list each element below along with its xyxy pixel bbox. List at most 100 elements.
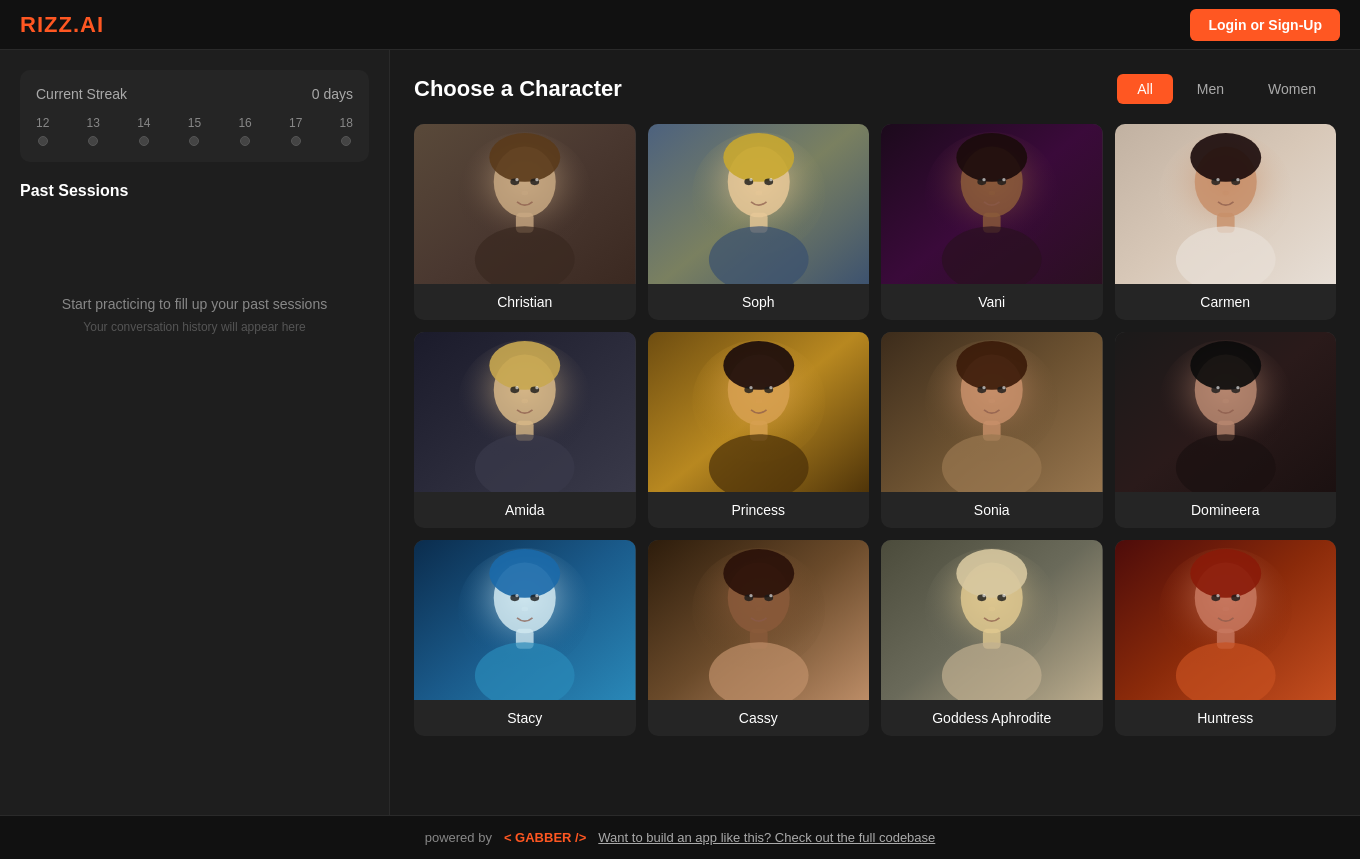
svg-point-107 <box>749 594 752 597</box>
character-image <box>1115 124 1337 284</box>
svg-point-87 <box>1222 399 1229 403</box>
character-card[interactable]: Domineera <box>1115 332 1337 528</box>
codebase-link[interactable]: Want to build an app like this? Check ou… <box>598 830 935 845</box>
svg-point-41 <box>1216 178 1219 181</box>
empty-sessions-main: Start practicing to fill up your past se… <box>62 296 327 312</box>
streak-section: Current Streak 0 days 12 13 14 15 16 17 … <box>20 70 369 162</box>
svg-point-32 <box>988 191 995 195</box>
streak-dot <box>88 136 98 146</box>
svg-point-120 <box>988 607 995 611</box>
empty-sessions-sub: Your conversation history will appear he… <box>83 320 305 334</box>
character-name: Vani <box>881 284 1103 320</box>
filter-tab-men[interactable]: Men <box>1177 74 1244 104</box>
streak-day: 15 <box>188 116 201 146</box>
svg-point-31 <box>1002 178 1005 181</box>
svg-point-21 <box>755 191 762 195</box>
svg-point-30 <box>982 178 985 181</box>
right-header: Choose a Character AllMenWomen <box>414 74 1336 104</box>
streak-day: 12 <box>36 116 49 146</box>
character-grid: Christian <box>414 124 1336 736</box>
svg-point-3 <box>489 133 560 182</box>
streak-label: Current Streak <box>36 86 127 102</box>
svg-point-129 <box>1216 594 1219 597</box>
character-card[interactable]: Cassy <box>648 540 870 736</box>
character-name: Christian <box>414 284 636 320</box>
character-card[interactable]: Stacy <box>414 540 636 736</box>
login-button[interactable]: Login or Sign-Up <box>1190 9 1340 41</box>
character-card[interactable]: Huntress <box>1115 540 1337 736</box>
character-name: Amida <box>414 492 636 528</box>
streak-dot <box>240 136 250 146</box>
character-image <box>881 540 1103 700</box>
svg-point-80 <box>1190 341 1261 390</box>
character-card[interactable]: Vani <box>881 124 1103 320</box>
choose-title: Choose a Character <box>414 76 622 102</box>
streak-day: 13 <box>87 116 100 146</box>
character-card[interactable]: Sonia <box>881 332 1103 528</box>
character-name: Huntress <box>1115 700 1337 736</box>
svg-point-10 <box>521 191 528 195</box>
powered-by-text: powered by <box>425 830 492 845</box>
streak-day-num: 16 <box>238 116 251 130</box>
svg-point-98 <box>521 607 528 611</box>
character-image <box>1115 540 1337 700</box>
svg-point-124 <box>1190 549 1261 598</box>
character-name: Domineera <box>1115 492 1337 528</box>
svg-point-96 <box>515 594 518 597</box>
character-image <box>648 124 870 284</box>
svg-point-130 <box>1236 594 1239 597</box>
character-image <box>414 124 636 284</box>
streak-day-num: 18 <box>340 116 353 130</box>
character-image <box>414 332 636 492</box>
character-image <box>414 540 636 700</box>
streak-days: 12 13 14 15 16 17 18 <box>36 116 353 146</box>
character-image <box>648 540 870 700</box>
streak-day-num: 17 <box>289 116 302 130</box>
streak-day-num: 13 <box>87 116 100 130</box>
svg-point-54 <box>521 399 528 403</box>
streak-dot <box>189 136 199 146</box>
svg-point-52 <box>515 386 518 389</box>
svg-point-8 <box>515 178 518 181</box>
streak-day-num: 15 <box>188 116 201 130</box>
gabber-logo: < GABBER /> <box>504 830 586 845</box>
svg-point-91 <box>489 549 560 598</box>
character-name: Stacy <box>414 700 636 736</box>
svg-point-9 <box>535 178 538 181</box>
character-image <box>648 332 870 492</box>
character-name: Cassy <box>648 700 870 736</box>
svg-point-74 <box>982 386 985 389</box>
left-panel: Current Streak 0 days 12 13 14 15 16 17 … <box>0 50 390 815</box>
streak-value: 0 days <box>312 86 353 102</box>
filter-tabs: AllMenWomen <box>1117 74 1336 104</box>
streak-header: Current Streak 0 days <box>36 86 353 102</box>
filter-tab-all[interactable]: All <box>1117 74 1173 104</box>
character-name: Soph <box>648 284 870 320</box>
svg-point-108 <box>769 594 772 597</box>
character-image <box>881 124 1103 284</box>
streak-day: 14 <box>137 116 150 146</box>
app-header: RIZZ.AI Login or Sign-Up <box>0 0 1360 50</box>
character-card[interactable]: Christian <box>414 124 636 320</box>
svg-point-85 <box>1216 386 1219 389</box>
svg-point-102 <box>723 549 794 598</box>
character-card[interactable]: Amida <box>414 332 636 528</box>
svg-point-47 <box>489 341 560 390</box>
character-card[interactable]: Goddess Aphrodite <box>881 540 1103 736</box>
streak-dot <box>38 136 48 146</box>
main-layout: Current Streak 0 days 12 13 14 15 16 17 … <box>0 50 1360 815</box>
svg-point-25 <box>956 133 1027 182</box>
svg-point-53 <box>535 386 538 389</box>
streak-day-num: 14 <box>137 116 150 130</box>
streak-day: 16 <box>238 116 251 146</box>
svg-point-76 <box>988 399 995 403</box>
character-card[interactable]: Carmen <box>1115 124 1337 320</box>
filter-tab-women[interactable]: Women <box>1248 74 1336 104</box>
svg-point-65 <box>755 399 762 403</box>
past-sessions-section: Past Sessions Start practicing to fill u… <box>20 182 369 414</box>
svg-point-97 <box>535 594 538 597</box>
character-card[interactable]: Princess <box>648 332 870 528</box>
character-card[interactable]: Soph <box>648 124 870 320</box>
app-footer: powered by < GABBER /> Want to build an … <box>0 815 1360 859</box>
character-name: Sonia <box>881 492 1103 528</box>
